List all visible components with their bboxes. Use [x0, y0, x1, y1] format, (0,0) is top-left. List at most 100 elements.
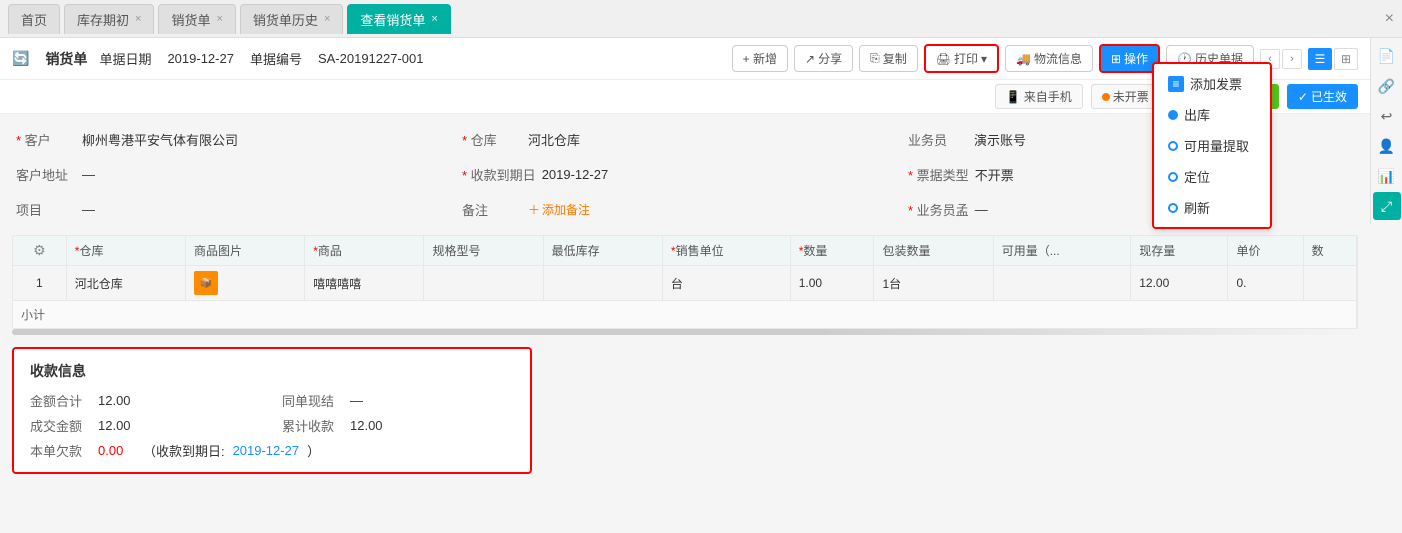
- app-wrapper: 首页 库存期初 × 销货单 × 销货单历史 × 查看销货单 × × 🔄 销货单 …: [0, 0, 1402, 533]
- payment-title: 收款信息: [30, 361, 514, 381]
- scroll-hint: [12, 329, 1358, 335]
- same-order-value: —: [350, 393, 363, 408]
- mobile-icon: 📱: [1006, 90, 1021, 104]
- view-buttons: ☰ ⊞: [1308, 48, 1358, 70]
- logistics-button[interactable]: 🚚 物流信息: [1005, 45, 1093, 72]
- share-button[interactable]: ↗ 分享: [794, 45, 853, 72]
- row-img: 📦: [186, 266, 305, 301]
- operate-dropdown: ≡ 添加发票 出库 可用量提取 定位 刷新: [1152, 62, 1272, 229]
- number-label: 单据编号: [250, 49, 302, 68]
- tab-sales-order[interactable]: 销货单 ×: [158, 4, 235, 34]
- total-label: 金额合计: [30, 391, 90, 410]
- col-spec: 规格型号: [424, 236, 543, 266]
- table-row: 1 河北仓库 📦 嘻嘻嘻嘻 台 1.00 1台 12.00 0.: [13, 266, 1357, 301]
- mobile-button[interactable]: 📱 来自手机: [995, 84, 1083, 109]
- row-extra: [1303, 266, 1356, 301]
- col-qty: *数量: [790, 236, 874, 266]
- plus-icon: ＋: [528, 201, 540, 218]
- sidebar-return-icon[interactable]: ↩: [1373, 102, 1401, 130]
- note-label: 备注: [462, 200, 522, 219]
- right-sidebar: 📄 🔗 ↩ 👤 📊 ⤢: [1370, 38, 1402, 224]
- row-spec: [424, 266, 543, 301]
- menu-locate[interactable]: 定位: [1154, 161, 1270, 192]
- arrears-label: 本单欠款: [30, 441, 90, 460]
- tab-sales-history[interactable]: 销货单历史 ×: [240, 4, 343, 34]
- col-price: 单价: [1228, 236, 1303, 266]
- tab-sales-order-close[interactable]: ×: [216, 13, 222, 25]
- customer-value: 柳州粤港平安气体有限公司: [82, 130, 238, 149]
- customer-field: 客户 柳州粤港平安气体有限公司: [16, 126, 462, 153]
- refresh-dot-icon: [1168, 203, 1178, 213]
- ticket-type-value: 不开票: [975, 165, 1014, 184]
- note-field: 备注 ＋ 添加备注: [462, 196, 908, 223]
- tab-view-sales[interactable]: 查看销货单 ×: [347, 4, 450, 34]
- col-pack-qty: 包装数量: [874, 236, 993, 266]
- list-view-button[interactable]: ☰: [1308, 48, 1332, 70]
- sidebar-expand-icon[interactable]: ⤢: [1373, 192, 1401, 220]
- menu-refresh[interactable]: 刷新: [1154, 192, 1270, 223]
- grid-view-button[interactable]: ⊞: [1334, 48, 1358, 70]
- share-icon: ↗: [805, 52, 815, 66]
- menu-add-invoice[interactable]: ≡ 添加发票: [1154, 68, 1270, 99]
- new-button[interactable]: + 新增: [732, 45, 788, 72]
- settings-icon[interactable]: ⚙: [33, 242, 46, 258]
- employee-value: 演示账号: [974, 130, 1026, 149]
- tab-home[interactable]: 首页: [8, 4, 60, 34]
- row-pack-qty: 1台: [874, 266, 993, 301]
- sidebar-chart-icon[interactable]: 📊: [1373, 162, 1401, 190]
- tab-inventory-init[interactable]: 库存期初 ×: [64, 4, 154, 34]
- arrears-row: 本单欠款 0.00 （收款到期日: 2019-12-27 ）: [30, 441, 514, 460]
- sidebar-link-icon[interactable]: 🔗: [1373, 72, 1401, 100]
- arrears-row-wrap: 本单欠款 0.00 （收款到期日: 2019-12-27 ）: [30, 441, 514, 460]
- col-img: 商品图片: [186, 236, 305, 266]
- due-date-value: 2019-12-27: [542, 167, 609, 182]
- row-available: [993, 266, 1131, 301]
- invoice-icon: ≡: [1168, 76, 1184, 92]
- copy-button[interactable]: ⎘ 复制: [859, 45, 918, 72]
- col-warehouse: *仓库: [66, 236, 185, 266]
- employee-label: 业务员: [908, 130, 968, 149]
- tab-bar-close-button[interactable]: ×: [1385, 10, 1394, 28]
- payment-box: 收款信息 金额合计 12.00 同单现结 — 成交金额 12.00 累计收款 1…: [12, 347, 532, 474]
- subtotal-label: 小计: [13, 301, 1357, 329]
- print-dropdown-arrow: ▾: [981, 52, 987, 66]
- number-value: SA-20191227-001: [318, 51, 424, 66]
- row-no: 1: [13, 266, 66, 301]
- operate-button[interactable]: ⊞ 操作: [1099, 44, 1160, 73]
- customer-label: 客户: [16, 130, 76, 149]
- date-label: 单据日期: [99, 49, 151, 68]
- project-field: 项目 —: [16, 196, 462, 223]
- invoice-status-button[interactable]: 未开票: [1091, 84, 1160, 109]
- row-unit: 台: [662, 266, 790, 301]
- product-table: ⚙ *仓库 商品图片 *商品 规格型号 最低库存 *销售单位 *数量 包装数量 …: [12, 235, 1358, 329]
- tab-inventory-init-close[interactable]: ×: [135, 13, 141, 25]
- cumulative-label: 累计收款: [282, 416, 342, 435]
- row-warehouse: 河北仓库: [66, 266, 185, 301]
- tab-sales-history-close[interactable]: ×: [324, 13, 330, 25]
- col-stock: 现存量: [1131, 236, 1228, 266]
- effective-badge: ✓ 已生效: [1287, 84, 1358, 109]
- menu-available-pickup[interactable]: 可用量提取: [1154, 130, 1270, 161]
- invoice-dot: [1102, 93, 1110, 101]
- sales-label: 业务员孟: [908, 200, 969, 219]
- sidebar-user-icon[interactable]: 👤: [1373, 132, 1401, 160]
- table-header-row: ⚙ *仓库 商品图片 *商品 规格型号 最低库存 *销售单位 *数量 包装数量 …: [13, 236, 1357, 266]
- address-field: 客户地址 —: [16, 161, 462, 188]
- menu-outbound[interactable]: 出库: [1154, 99, 1270, 130]
- arrears-due-date: 2019-12-27: [233, 443, 300, 458]
- date-value: 2019-12-27: [167, 51, 234, 66]
- due-date-field: 收款到期日 2019-12-27: [462, 161, 908, 188]
- sales-field: 业务员孟 —: [908, 196, 1354, 223]
- cumulative-row: 累计收款 12.00: [282, 416, 514, 435]
- total-value: 12.00: [98, 393, 131, 408]
- tab-view-sales-close[interactable]: ×: [431, 13, 437, 25]
- add-note-button[interactable]: ＋ 添加备注: [528, 201, 590, 218]
- next-button[interactable]: ›: [1282, 49, 1302, 69]
- warehouse-label: 仓库: [462, 130, 522, 149]
- locate-dot-icon: [1168, 172, 1178, 182]
- available-dot-icon: [1168, 141, 1178, 151]
- print-button[interactable]: 🖨 打印 ▾: [924, 44, 999, 73]
- address-label: 客户地址: [16, 165, 76, 184]
- logistics-icon: 🚚: [1016, 52, 1031, 66]
- sidebar-doc-icon[interactable]: 📄: [1373, 42, 1401, 70]
